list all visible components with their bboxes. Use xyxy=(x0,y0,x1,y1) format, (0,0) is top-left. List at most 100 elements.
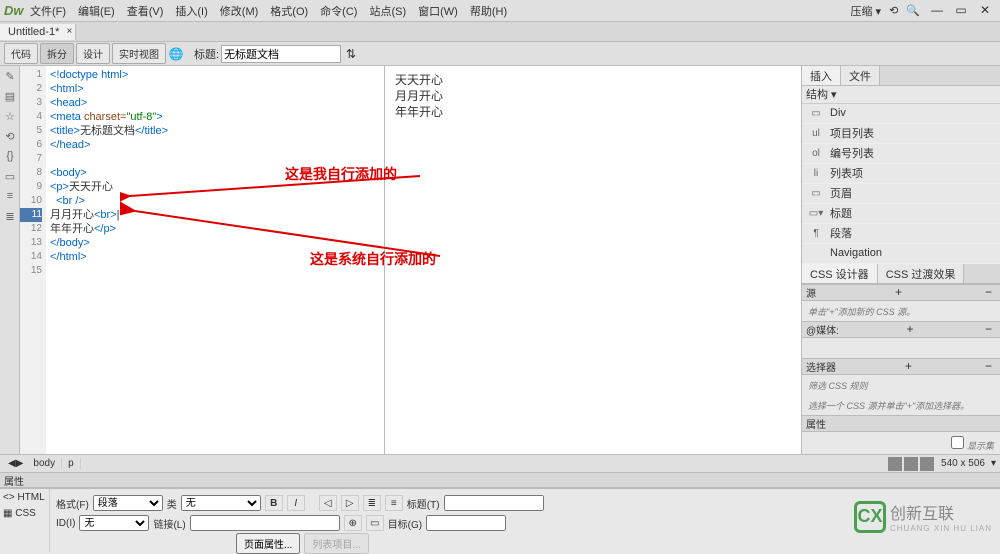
mode-live[interactable]: 实时视图 xyxy=(112,43,166,64)
css-sources-hint: 单击"+"添加新的 CSS 源。 xyxy=(802,301,1000,321)
maximize-button[interactable]: ▭ xyxy=(950,3,972,19)
tool-4[interactable]: ⟲ xyxy=(0,126,20,146)
tab-files[interactable]: 文件 xyxy=(841,66,880,85)
list-item-button[interactable]: 列表项目... xyxy=(304,533,368,554)
indent-button[interactable]: ▷ xyxy=(341,495,359,511)
main-area: ✎ ▤ ☆ ⟲ {} ▭ ≡ ≣ 123456789101112131415 <… xyxy=(0,66,1000,454)
insert-item[interactable]: ¶段落 xyxy=(802,224,1000,244)
watermark: CX 创新互联CHUANG XIN HU LIAN xyxy=(854,500,992,533)
insert-category[interactable]: 结构 ▾ xyxy=(802,86,1000,104)
transfer-icon[interactable]: ⇅ xyxy=(343,46,359,62)
ul-button[interactable]: ≣ xyxy=(363,495,381,511)
mode-code[interactable]: 代码 xyxy=(4,43,38,64)
right-panels: 插入 文件 结构 ▾ ▭Divul项目列表ol编号列表li列表项▭页眉▭▾标题¶… xyxy=(802,66,1000,454)
search-icon[interactable]: 🔍 xyxy=(902,4,924,17)
link-label: 链接(L) xyxy=(153,516,185,531)
title2-label: 标题(T) xyxy=(407,496,440,511)
ol-button[interactable]: ≡ xyxy=(385,495,403,511)
menu-edit[interactable]: 编辑(E) xyxy=(72,3,121,19)
target-input[interactable] xyxy=(426,515,506,531)
title-input[interactable] xyxy=(221,45,341,63)
mode-split[interactable]: 拆分 xyxy=(40,43,74,64)
bold-button[interactable]: B xyxy=(265,495,283,511)
sync-icon[interactable]: ⟲ xyxy=(885,4,902,17)
globe-icon[interactable]: 🌐 xyxy=(168,46,184,62)
menubar: Dw 文件(F) 编辑(E) 查看(V) 插入(I) 修改(M) 格式(O) 命… xyxy=(0,0,1000,22)
menu-help[interactable]: 帮助(H) xyxy=(464,3,513,19)
menu-insert[interactable]: 插入(I) xyxy=(169,3,213,19)
properties-title: 属性 xyxy=(0,472,1000,488)
tool-3[interactable]: ☆ xyxy=(0,106,20,126)
css-media-header: @媒体:+− xyxy=(802,321,1000,338)
insert-item[interactable]: ul项目列表 xyxy=(802,124,1000,144)
tool-7[interactable]: ≡ xyxy=(0,186,20,206)
tool-8[interactable]: ≣ xyxy=(0,206,20,226)
device-tablet-icon[interactable] xyxy=(904,457,918,471)
menu-command[interactable]: 命令(C) xyxy=(314,3,363,19)
link-input[interactable] xyxy=(190,515,340,531)
insert-list: ▭Divul项目列表ol编号列表li列表项▭页眉▭▾标题¶段落Navigatio… xyxy=(802,104,1000,264)
tab-css-designer[interactable]: CSS 设计器 xyxy=(802,264,878,283)
line-gutter: 123456789101112131415 xyxy=(20,66,46,454)
preview-pane[interactable]: 天天开心 月月开心 年年开心 这是我自行添加的 这是系统自行添加的 xyxy=(385,66,802,454)
insert-item[interactable]: ▭▾标题 xyxy=(802,204,1000,224)
document-tab-close[interactable]: × xyxy=(67,26,73,37)
close-button[interactable]: ✕ xyxy=(974,3,996,19)
document-tab-title: Untitled-1* xyxy=(8,26,59,38)
css-panel-tabs: CSS 设计器 CSS 过渡效果 xyxy=(802,264,1000,284)
id-label: ID(I) xyxy=(56,518,75,529)
props-css-tab[interactable]: ▦ CSS xyxy=(0,505,49,521)
tag-crumb-p[interactable]: p xyxy=(62,458,81,469)
page-props-button[interactable]: 页面属性... xyxy=(236,533,300,554)
insert-item[interactable]: ol编号列表 xyxy=(802,144,1000,164)
insert-item[interactable]: ▭页眉 xyxy=(802,184,1000,204)
tool-5[interactable]: {} xyxy=(0,146,20,166)
insert-item[interactable]: Navigation xyxy=(802,244,1000,264)
tool-6[interactable]: ▭ xyxy=(0,166,20,186)
menu-file[interactable]: 文件(F) xyxy=(24,3,72,19)
document-tab[interactable]: Untitled-1* × xyxy=(0,24,76,40)
tool-1[interactable]: ✎ xyxy=(0,66,20,86)
preview-line: 天天开心 xyxy=(395,72,791,88)
format-select[interactable]: 段落 xyxy=(93,495,163,511)
properties-panel: <> HTML ▦ CSS 格式(F) 段落 类 无 B I ◁ ▷ ≣ ≡ 标… xyxy=(0,488,1000,552)
css-selector-hint: 选择一个 CSS 源并单击"+"添加选择器。 xyxy=(802,395,1000,415)
code-editor[interactable]: <!doctype html><html><head><meta charset… xyxy=(46,66,384,454)
format-label: 格式(F) xyxy=(56,496,89,511)
device-phone-icon[interactable] xyxy=(888,457,902,471)
viewport-dimensions[interactable]: 540 x 506 xyxy=(935,458,991,469)
menu-view[interactable]: 查看(V) xyxy=(121,3,170,19)
add-source-button[interactable]: + xyxy=(891,285,906,299)
insert-item[interactable]: ▭Div xyxy=(802,104,1000,124)
tag-crumb-body[interactable]: body xyxy=(27,458,62,469)
tab-insert[interactable]: 插入 xyxy=(802,66,841,85)
title-label: 标题: xyxy=(194,46,219,62)
class-label: 类 xyxy=(167,496,177,511)
device-desktop-icon[interactable] xyxy=(920,457,934,471)
watermark-icon: CX xyxy=(854,501,886,533)
document-tabs: Untitled-1* × xyxy=(0,22,1000,42)
menu-modify[interactable]: 修改(M) xyxy=(214,3,265,19)
props-html-tab[interactable]: <> HTML xyxy=(0,489,49,505)
preview-line: 年年开心 xyxy=(395,104,791,120)
class-select[interactable]: 无 xyxy=(181,495,261,511)
menu-format[interactable]: 格式(O) xyxy=(264,3,314,19)
minimize-button[interactable]: ― xyxy=(926,3,948,19)
insert-item[interactable]: li列表项 xyxy=(802,164,1000,184)
menu-site[interactable]: 站点(S) xyxy=(363,3,412,19)
italic-button[interactable]: I xyxy=(287,495,305,511)
menu-window[interactable]: 窗口(W) xyxy=(412,3,464,19)
mode-design[interactable]: 设计 xyxy=(76,43,110,64)
css-selector-filter: 筛选 CSS 规则 xyxy=(802,375,1000,395)
code-pane: 123456789101112131415 <!doctype html><ht… xyxy=(20,66,385,454)
id-select[interactable]: 无 xyxy=(79,515,149,531)
link-folder-icon[interactable]: ▭ xyxy=(366,515,384,531)
tool-2[interactable]: ▤ xyxy=(0,86,20,106)
outdent-button[interactable]: ◁ xyxy=(319,495,337,511)
show-set-checkbox[interactable] xyxy=(951,436,964,449)
title2-input[interactable] xyxy=(444,495,544,511)
tab-css-transition[interactable]: CSS 过渡效果 xyxy=(878,264,965,283)
layout-dropdown[interactable]: 压缩 ▾ xyxy=(847,3,886,19)
link-target-icon[interactable]: ⊕ xyxy=(344,515,362,531)
view-toolbar: 代码 拆分 设计 实时视图 🌐 标题: ⇅ xyxy=(0,42,1000,66)
